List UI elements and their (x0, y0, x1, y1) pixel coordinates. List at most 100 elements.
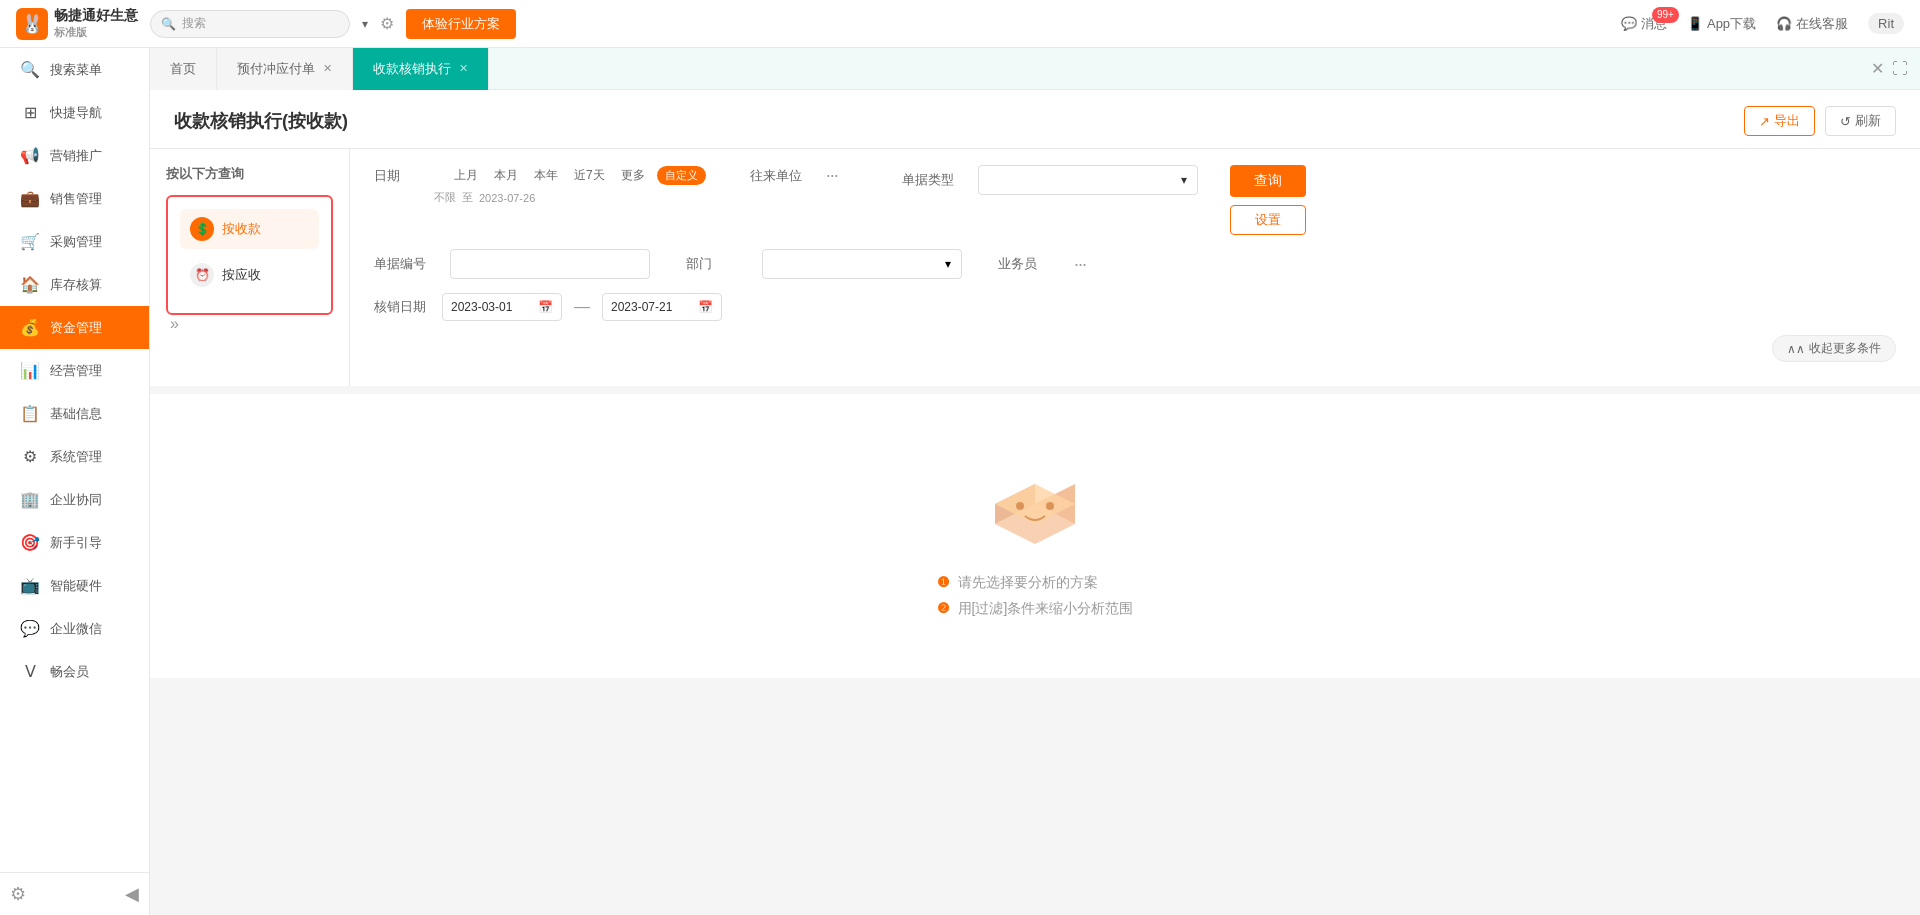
sidebar-item-label: 营销推广 (50, 147, 102, 165)
verif-date-dash: — (574, 298, 590, 316)
verif-date-from[interactable]: 2023-03-01 📅 (442, 293, 562, 321)
search-menu-icon: 🔍 (20, 60, 40, 79)
date-btn-7days[interactable]: 近7天 (570, 165, 609, 186)
filter-option-by-receivable[interactable]: ⏰ 按应收 (180, 255, 319, 295)
collapse-sidebar-icon[interactable]: ◀ (125, 883, 139, 905)
tab-home-label: 首页 (170, 60, 196, 78)
filter-collapse-btn[interactable]: » (170, 315, 179, 332)
page-title-row: 收款核销执行(按收款) ↗ 导出 ↺ 刷新 (174, 106, 1896, 136)
logo: 🐰 畅捷通好生意 标准版 (16, 7, 138, 40)
sidebar-item-guide[interactable]: 🎯 新手引导 (0, 521, 149, 564)
tab-prepay-close[interactable]: ✕ (323, 62, 332, 75)
date-btn-more[interactable]: 更多 (617, 165, 649, 186)
system-icon: ⚙ (20, 447, 40, 466)
sidebar-item-finance[interactable]: 💰 资金管理 (0, 306, 149, 349)
export-button[interactable]: ↗ 导出 (1744, 106, 1815, 136)
sidebar-item-label: 新手引导 (50, 534, 102, 552)
purchase-icon: 🛒 (20, 232, 40, 251)
sidebar-item-label: 采购管理 (50, 233, 102, 251)
page-title-actions: ↗ 导出 ↺ 刷新 (1744, 106, 1896, 136)
sidebar-bottom: ⚙ ◀ (0, 872, 149, 915)
date-btn-lastmonth[interactable]: 上月 (450, 165, 482, 186)
counterpart-dots[interactable]: ··· (826, 165, 838, 186)
sales-icon: 💼 (20, 189, 40, 208)
solution-button[interactable]: 体验行业方案 (406, 9, 516, 39)
sidebar-item-system[interactable]: ⚙ 系统管理 (0, 435, 149, 478)
calendar-icon-to: 📅 (698, 300, 713, 314)
content-area: 首页 预付冲应付单 ✕ 收款核销执行 ✕ ✕ ⛶ 收款核销执行(按收款) (150, 48, 1920, 915)
empty-state: ❶ 请先选择要分析的方案 ❷ 用[过滤]条件来缩小分析范围 (150, 394, 1920, 678)
filter-form: 日期 上月 本月 本年 近7天 更多 自定义 (350, 149, 1920, 386)
sidebar-item-member[interactable]: Ⅴ 畅会员 (0, 650, 149, 693)
sidebar-item-sales[interactable]: 💼 销售管理 (0, 177, 149, 220)
staff-dots[interactable]: ··· (1074, 254, 1086, 275)
date-btn-thisyear[interactable]: 本年 (530, 165, 562, 186)
page-header: 收款核销执行(按收款) ↗ 导出 ↺ 刷新 (150, 90, 1920, 149)
verif-date-label: 核销日期 (374, 298, 434, 316)
online-service-btn[interactable]: 🎧 在线客服 (1776, 15, 1848, 33)
date-nolimit: 不限 (434, 190, 456, 205)
wechat-icon: 💬 (20, 619, 40, 638)
doctype-select[interactable]: ▾ (978, 165, 1198, 195)
message-icon: 💬 (1621, 16, 1637, 31)
sidebar-item-marketing[interactable]: 📢 营销推广 (0, 134, 149, 177)
tab-receipt-label: 收款核销执行 (373, 60, 451, 78)
sidebar-item-enterprise[interactable]: 🏢 企业协同 (0, 478, 149, 521)
date-btn-custom[interactable]: 自定义 (657, 166, 706, 185)
docno-label: 单据编号 (374, 255, 434, 273)
sidebar-item-quicknav[interactable]: ⊞ 快捷导航 (0, 91, 149, 134)
filter-option-by-receipt[interactable]: 💲 按收款 (180, 209, 319, 249)
query-button[interactable]: 查询 (1230, 165, 1306, 197)
sidebar-item-label: 企业协同 (50, 491, 102, 509)
svg-point-4 (1016, 502, 1024, 510)
message-btn[interactable]: 💬 消息 99+ (1621, 15, 1667, 33)
settings-bottom-icon[interactable]: ⚙ (10, 883, 26, 905)
setting-button[interactable]: 设置 (1230, 205, 1306, 235)
filter-sidebar-title: 按以下方查询 (166, 165, 333, 183)
collapse-up-icon: ∧∧ (1787, 342, 1805, 356)
hardware-icon: 📺 (20, 576, 40, 595)
by-receipt-label: 按收款 (222, 220, 261, 238)
tab-prepay-label: 预付冲应付单 (237, 60, 315, 78)
sidebar-item-operation[interactable]: 📊 经营管理 (0, 349, 149, 392)
counterpart-label: 往来单位 (750, 167, 810, 185)
sidebar-item-wechat[interactable]: 💬 企业微信 (0, 607, 149, 650)
basic-icon: 📋 (20, 404, 40, 423)
tab-prepay[interactable]: 预付冲应付单 ✕ (217, 48, 353, 90)
search-bar[interactable]: 🔍 搜索 (150, 10, 350, 38)
date-quick-buttons: 上月 本月 本年 近7天 更多 自定义 (450, 165, 706, 186)
tab-receipt-close[interactable]: ✕ (459, 62, 468, 75)
guide-icon: 🎯 (20, 533, 40, 552)
gear-icon[interactable]: ⚙ (380, 14, 394, 33)
verif-date-to[interactable]: 2023-07-21 📅 (602, 293, 722, 321)
collapse-more-btn[interactable]: ∧∧ 收起更多条件 (1772, 335, 1896, 362)
tab-receipt[interactable]: 收款核销执行 ✕ (353, 48, 489, 90)
docno-input[interactable] (450, 249, 650, 279)
sidebar-item-label: 基础信息 (50, 405, 102, 423)
dept-chevron: ▾ (945, 257, 951, 271)
sidebar-item-basic[interactable]: 📋 基础信息 (0, 392, 149, 435)
marketing-icon: 📢 (20, 146, 40, 165)
app-download-btn[interactable]: 📱 App下载 (1687, 15, 1756, 33)
user-account[interactable]: Rit (1868, 13, 1904, 34)
by-receipt-icon: 💲 (190, 217, 214, 241)
sidebar-item-hardware[interactable]: 📺 智能硬件 (0, 564, 149, 607)
sidebar-item-label: 销售管理 (50, 190, 102, 208)
staff-label: 业务员 (998, 255, 1058, 273)
sidebar-item-search[interactable]: 🔍 搜索菜单 (0, 48, 149, 91)
dept-select[interactable]: ▾ (762, 249, 962, 279)
tab-close-all-icon[interactable]: ✕ (1871, 59, 1884, 78)
refresh-button[interactable]: ↺ 刷新 (1825, 106, 1896, 136)
doctype-chevron: ▾ (1181, 173, 1187, 187)
service-icon: 🎧 (1776, 16, 1792, 31)
sidebar-item-label: 快捷导航 (50, 104, 102, 122)
tab-expand-icon[interactable]: ⛶ (1892, 60, 1908, 78)
app-icon: 📱 (1687, 16, 1703, 31)
sidebar-item-purchase[interactable]: 🛒 采购管理 (0, 220, 149, 263)
sidebar-item-inventory[interactable]: 🏠 库存核算 (0, 263, 149, 306)
date-btn-thismonth[interactable]: 本月 (490, 165, 522, 186)
tab-home[interactable]: 首页 (150, 48, 217, 90)
dropdown-btn[interactable]: ▾ (362, 17, 368, 31)
operation-icon: 📊 (20, 361, 40, 380)
date-hint: 2023-07-26 (479, 192, 535, 204)
